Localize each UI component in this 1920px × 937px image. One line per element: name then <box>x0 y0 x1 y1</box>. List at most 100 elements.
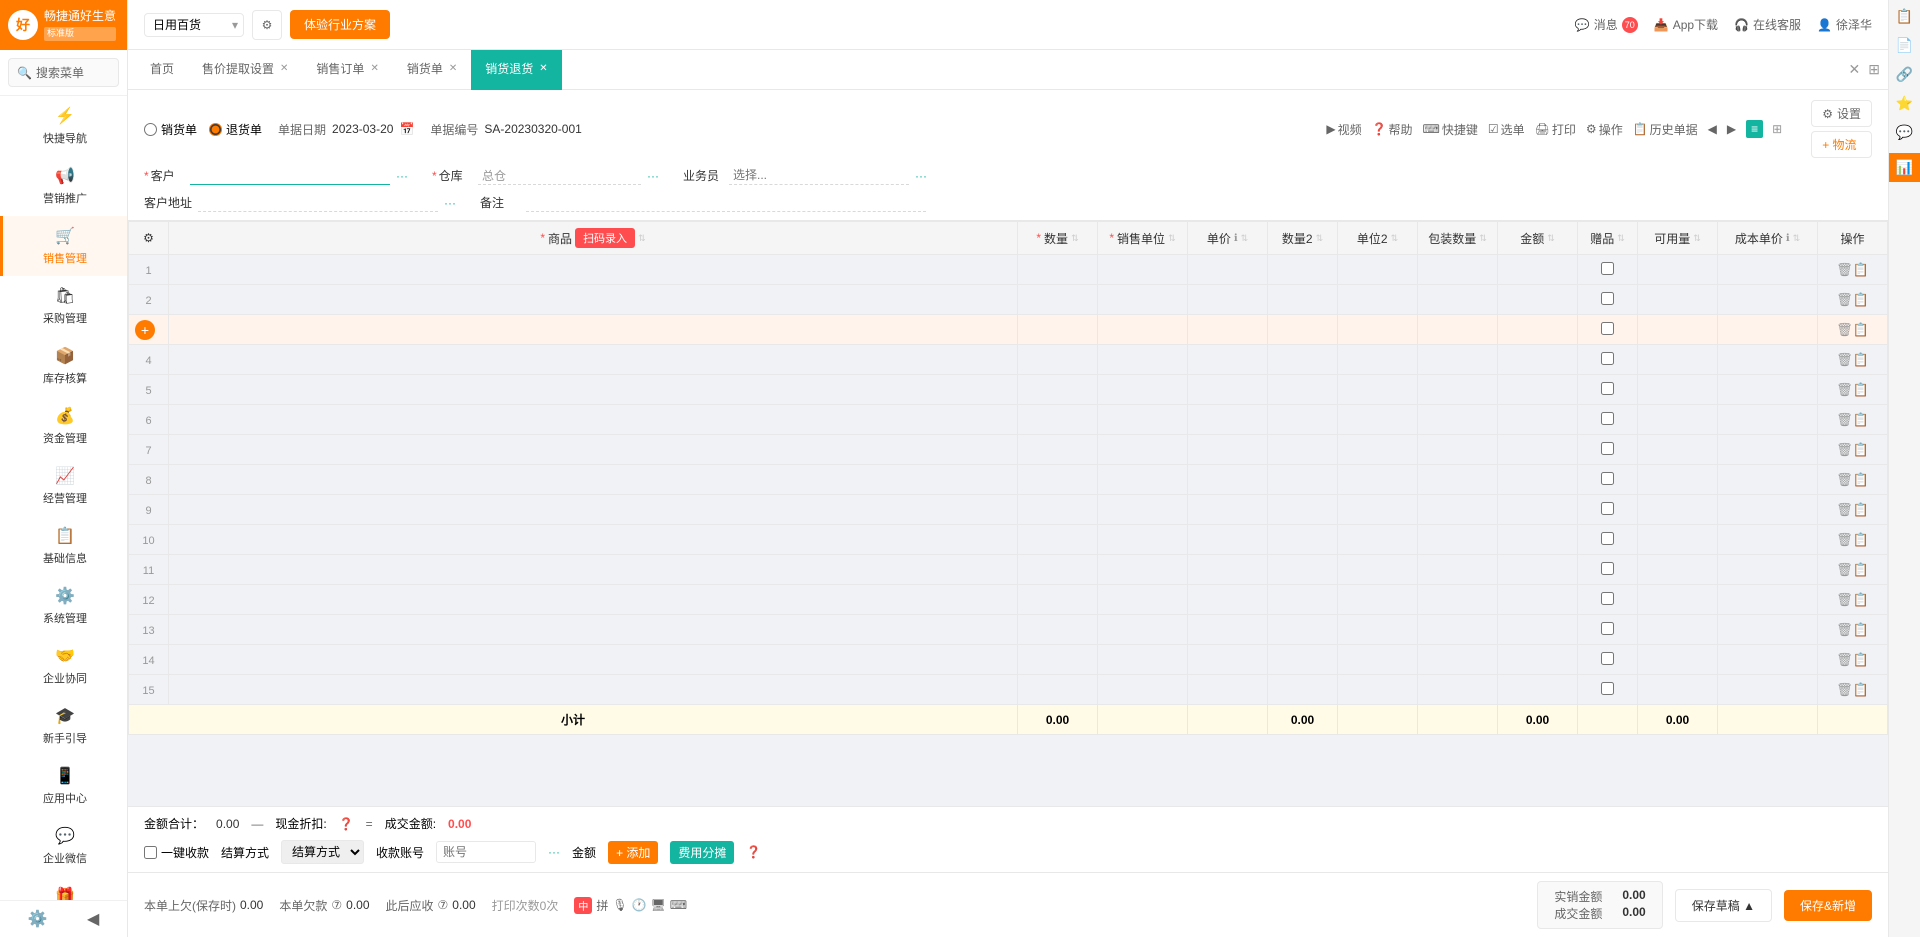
qty-cell[interactable] <box>1018 495 1098 525</box>
price-cell[interactable] <box>1188 585 1268 615</box>
nav-prev[interactable]: ◀ <box>1708 122 1717 136</box>
amount-cell[interactable] <box>1498 315 1578 345</box>
product-sort-icon[interactable]: ⇅ <box>638 233 646 244</box>
unit-cell[interactable] <box>1098 525 1188 555</box>
copy-row-button[interactable]: 📋 <box>1853 622 1869 638</box>
amount-cell[interactable] <box>1498 405 1578 435</box>
sidebar-item-0[interactable]: ⚡快捷导航 <box>0 96 127 156</box>
gift-cell[interactable] <box>1578 315 1638 345</box>
right-panel-active-icon[interactable]: 📊 <box>1889 153 1920 182</box>
settings-button[interactable]: ⚙ 设置 <box>1811 100 1872 127</box>
gift-cell[interactable] <box>1578 675 1638 705</box>
price-cell[interactable] <box>1188 675 1268 705</box>
unit-cell[interactable] <box>1098 495 1188 525</box>
qty2-cell[interactable] <box>1268 285 1338 315</box>
avail-cell[interactable] <box>1638 495 1718 525</box>
qty-cell[interactable] <box>1018 555 1098 585</box>
price-cell[interactable] <box>1188 375 1268 405</box>
qty-cell[interactable] <box>1018 435 1098 465</box>
tab-home[interactable]: 首页 <box>136 50 188 90</box>
sidebar-item-4[interactable]: 📦库存核算 <box>0 336 127 396</box>
gift-sort-icon[interactable]: ⇅ <box>1617 233 1625 244</box>
gift-cell[interactable] <box>1578 495 1638 525</box>
qty2-cell[interactable] <box>1268 435 1338 465</box>
price-cell[interactable] <box>1188 345 1268 375</box>
product-cell[interactable] <box>169 495 1018 525</box>
amount-cell[interactable] <box>1498 465 1578 495</box>
avail-cell[interactable] <box>1638 615 1718 645</box>
toolbar-print[interactable]: 🖨 打印 <box>1535 121 1576 138</box>
tab-sales-return[interactable]: 销货退货 ✕ <box>471 50 561 90</box>
cost-cell[interactable] <box>1718 315 1818 345</box>
cost-cell[interactable] <box>1718 555 1818 585</box>
delete-row-button[interactable]: 🗑 <box>1836 412 1853 428</box>
pack-sort-icon[interactable]: ⇅ <box>1479 233 1487 244</box>
amount-sort-icon[interactable]: ⇅ <box>1547 233 1555 244</box>
sidebar-item-6[interactable]: 📈经营管理 <box>0 456 127 516</box>
gift-checkbox[interactable] <box>1601 472 1614 485</box>
sidebar-item-12[interactable]: 💬企业微信 <box>0 816 127 876</box>
gift-checkbox[interactable] <box>1601 412 1614 425</box>
list-view-icon[interactable]: ≡ <box>1746 120 1763 138</box>
unit2-cell[interactable] <box>1338 315 1418 345</box>
avail-cell[interactable] <box>1638 645 1718 675</box>
delete-row-button[interactable]: 🗑 <box>1836 262 1853 278</box>
product-cell[interactable] <box>169 585 1018 615</box>
pack-cell[interactable] <box>1418 405 1498 435</box>
price-info-icon[interactable]: ℹ <box>1234 233 1238 244</box>
copy-row-button[interactable]: 📋 <box>1853 472 1869 488</box>
product-cell[interactable] <box>169 555 1018 585</box>
gift-checkbox[interactable] <box>1601 352 1614 365</box>
question-icon[interactable]: ❓ <box>339 817 354 831</box>
unit2-cell[interactable] <box>1338 285 1418 315</box>
cost-cell[interactable] <box>1718 495 1818 525</box>
message-button[interactable]: 💬 消息 70 <box>1575 16 1638 33</box>
product-cell[interactable] <box>169 405 1018 435</box>
product-cell[interactable] <box>169 345 1018 375</box>
price-cell[interactable] <box>1188 285 1268 315</box>
table-settings-icon[interactable]: ⚙ <box>143 231 154 245</box>
save-new-button[interactable]: 保存&新增 <box>1784 890 1872 921</box>
toolbar-shortcuts[interactable]: ⌨ 快捷键 <box>1423 121 1478 138</box>
cost-cell[interactable] <box>1718 615 1818 645</box>
price-cell[interactable] <box>1188 525 1268 555</box>
price-cell[interactable] <box>1188 435 1268 465</box>
gift-cell[interactable] <box>1578 285 1638 315</box>
delete-row-button[interactable]: 🗑 <box>1836 322 1853 338</box>
toolbar-operate[interactable]: ⚙ 操作 <box>1586 121 1623 138</box>
pack-cell[interactable] <box>1418 345 1498 375</box>
gift-checkbox[interactable] <box>1601 292 1614 305</box>
product-cell[interactable] <box>169 465 1018 495</box>
price-sort-icon[interactable]: ⇅ <box>1241 233 1249 244</box>
qty-cell[interactable] <box>1018 345 1098 375</box>
amount-cell[interactable] <box>1498 525 1578 555</box>
pack-cell[interactable] <box>1418 585 1498 615</box>
sidebar-item-5[interactable]: 💰资金管理 <box>0 396 127 456</box>
pack-cell[interactable] <box>1418 495 1498 525</box>
topbar-gear-button[interactable]: ⚙ <box>252 10 282 40</box>
gift-checkbox[interactable] <box>1601 652 1614 665</box>
unit-cell[interactable] <box>1098 435 1188 465</box>
unit2-cell[interactable] <box>1338 255 1418 285</box>
cost-cell[interactable] <box>1718 405 1818 435</box>
unit2-cell[interactable] <box>1338 585 1418 615</box>
radio-sales-delivery[interactable]: 销货单 <box>144 121 197 138</box>
right-panel-table-icon[interactable]: 📋 <box>1896 8 1913 25</box>
copy-row-button[interactable]: 📋 <box>1853 682 1869 698</box>
pack-cell[interactable] <box>1418 435 1498 465</box>
pack-cell[interactable] <box>1418 555 1498 585</box>
unit-cell[interactable] <box>1098 555 1188 585</box>
qty2-cell[interactable] <box>1268 375 1338 405</box>
one-click-checkbox[interactable]: 一键收款 <box>144 844 209 861</box>
tab-sales-delivery-close[interactable]: ✕ <box>449 63 457 74</box>
avail-cell[interactable] <box>1638 675 1718 705</box>
delete-row-button[interactable]: 🗑 <box>1836 292 1853 308</box>
sidebar-item-10[interactable]: 🎓新手引导 <box>0 696 127 756</box>
unit-cell[interactable] <box>1098 675 1188 705</box>
toolbar-select[interactable]: ☑ 选单 <box>1488 121 1525 138</box>
qty-cell[interactable] <box>1018 255 1098 285</box>
amount-cell[interactable] <box>1498 645 1578 675</box>
unit-cell[interactable] <box>1098 375 1188 405</box>
tab-price-settings[interactable]: 售价提取设置 ✕ <box>188 50 302 90</box>
gift-checkbox[interactable] <box>1601 442 1614 455</box>
